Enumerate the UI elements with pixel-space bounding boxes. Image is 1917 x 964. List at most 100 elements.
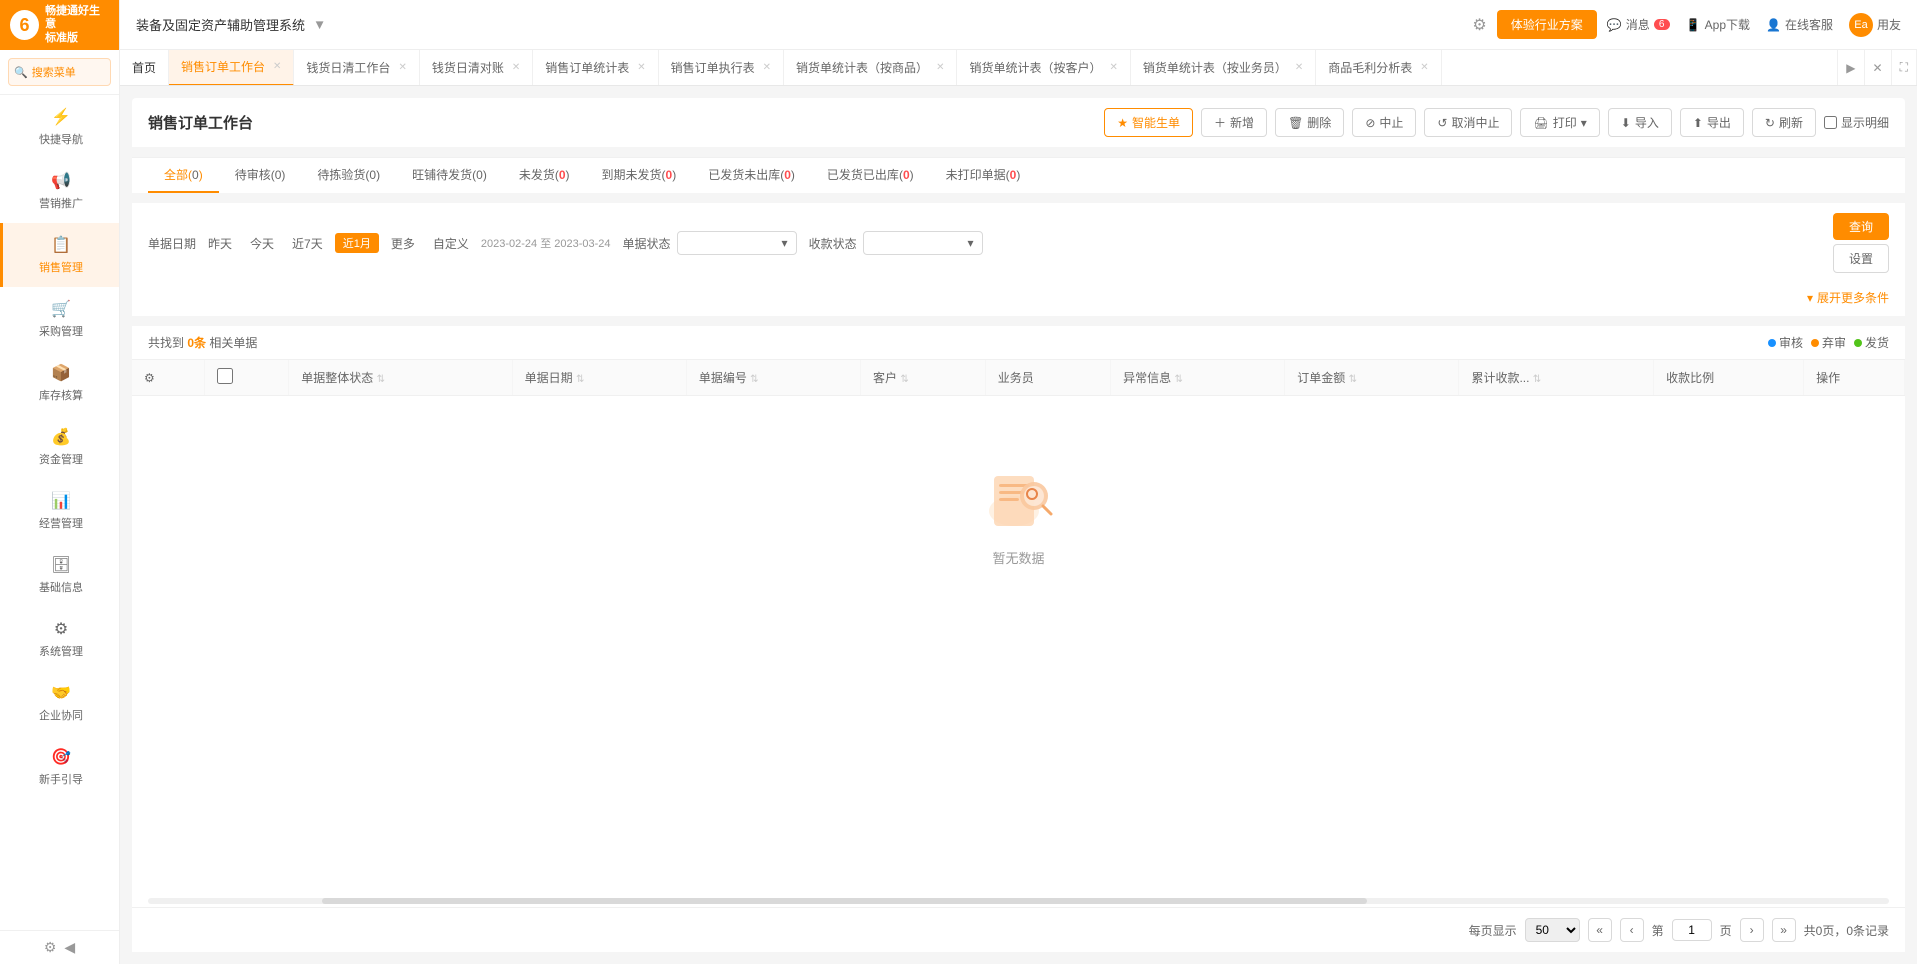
- import-button[interactable]: ⬇ 导入: [1608, 108, 1672, 137]
- tab-sales-workbench[interactable]: 销售订单工作台 ✕: [169, 50, 294, 86]
- sub-tab-shipped-not-warehoused[interactable]: 已发货未出库(0): [692, 158, 811, 193]
- status-column-header[interactable]: 单据整体状态 ⇅: [289, 360, 512, 396]
- status-select[interactable]: ▾: [677, 231, 797, 255]
- query-button[interactable]: 查询: [1833, 213, 1889, 240]
- date-more-btn[interactable]: 更多: [385, 233, 421, 254]
- tab-close-summary-staff[interactable]: ✕: [1295, 62, 1303, 73]
- table-scrollbar[interactable]: [132, 895, 1905, 907]
- settings-column-header[interactable]: ⚙: [132, 360, 204, 396]
- prev-page-button[interactable]: ‹: [1620, 918, 1644, 942]
- sidebar-item-quick-nav[interactable]: ⚡ 快捷导航: [0, 95, 119, 159]
- tab-close-cash-daily[interactable]: ✕: [398, 62, 406, 73]
- tab-cash-reconcile[interactable]: 钱货日清对账 ✕: [420, 50, 533, 86]
- ship-dot-icon: [1854, 339, 1862, 347]
- collapse-icon[interactable]: ◀: [64, 939, 75, 956]
- sub-tab-all[interactable]: 全部(0): [148, 158, 219, 193]
- total-records-text: 共0页，0条记录: [1804, 922, 1889, 939]
- tab-close-sales-workbench[interactable]: ✕: [273, 61, 281, 72]
- sidebar-item-inventory[interactable]: 📦 库存核算: [0, 351, 119, 415]
- settings-bottom-icon[interactable]: ⚙: [44, 939, 57, 956]
- sidebar-item-purchase[interactable]: 🛒 采购管理: [0, 287, 119, 351]
- tab-cash-daily[interactable]: 钱货日清工作台 ✕: [294, 50, 419, 86]
- sidebar-item-operations[interactable]: 📊 经营管理: [0, 479, 119, 543]
- tab-scroll-right-button[interactable]: ▶: [1838, 50, 1864, 86]
- sidebar-item-sales[interactable]: 📋 销售管理: [0, 223, 119, 287]
- system-dropdown-button[interactable]: ▼: [313, 17, 326, 32]
- amount-column-header[interactable]: 订单金额 ⇅: [1285, 360, 1459, 396]
- sidebar-item-system[interactable]: ⚙ 系统管理: [0, 607, 119, 671]
- last-page-button[interactable]: »: [1772, 918, 1796, 942]
- number-column-header[interactable]: 单据编号 ⇅: [686, 360, 860, 396]
- tab-sales-exec[interactable]: 销售订单执行表 ✕: [659, 50, 784, 86]
- pause-button[interactable]: ⊘ 中止: [1352, 108, 1416, 137]
- staff-column-header[interactable]: 业务员: [985, 360, 1110, 396]
- tab-close-sales-stat[interactable]: ✕: [637, 62, 645, 73]
- refresh-button[interactable]: ↻ 刷新: [1752, 108, 1816, 137]
- select-all-checkbox[interactable]: [217, 368, 233, 384]
- tab-close-sales-exec[interactable]: ✕: [763, 62, 771, 73]
- exception-column-header[interactable]: 异常信息 ⇅: [1111, 360, 1285, 396]
- tab-close-product-margin[interactable]: ✕: [1420, 62, 1428, 73]
- sub-tab-not-printed[interactable]: 未打印单据(0): [930, 158, 1037, 193]
- add-button[interactable]: ＋ 新增: [1201, 108, 1267, 137]
- sub-tab-overdue-not-shipped[interactable]: 到期未发货(0): [586, 158, 693, 193]
- sub-tab-wangpu[interactable]: 旺铺待发货(0): [396, 158, 503, 193]
- cancel-pause-icon: ↺: [1437, 116, 1447, 130]
- sub-tab-pending-review[interactable]: 待审核(0): [219, 158, 302, 193]
- user-menu-button[interactable]: Ea 用友: [1849, 13, 1901, 37]
- tab-sales-stat[interactable]: 销售订单统计表 ✕: [533, 50, 658, 86]
- sidebar-item-finance[interactable]: 💰 资金管理: [0, 415, 119, 479]
- next-page-button[interactable]: ›: [1740, 918, 1764, 942]
- cancel-review-action-button[interactable]: 弃审: [1811, 334, 1846, 351]
- page-number-input[interactable]: [1672, 919, 1712, 941]
- customer-column-header[interactable]: 客户 ⇅: [860, 360, 985, 396]
- tab-maximize-button[interactable]: ⛶: [1892, 50, 1917, 86]
- solution-button[interactable]: 体验行业方案: [1497, 10, 1597, 39]
- date-today-btn[interactable]: 今天: [244, 233, 280, 254]
- scrollbar-thumb[interactable]: [322, 898, 1367, 904]
- sub-tab-pending-inspect[interactable]: 待拣验货(0): [301, 158, 396, 193]
- print-button[interactable]: 🖨 打印 ▾: [1520, 108, 1599, 137]
- expand-more-button[interactable]: ▾ 展开更多条件: [1807, 289, 1889, 306]
- message-button[interactable]: 💬 消息 6: [1607, 16, 1670, 33]
- cancel-pause-button[interactable]: ↺ 取消中止: [1424, 108, 1512, 137]
- export-button[interactable]: ⬆ 导出: [1680, 108, 1744, 137]
- sub-tab-shipped-warehoused[interactable]: 已发货已出库(0): [811, 158, 930, 193]
- tab-close-cash-reconcile[interactable]: ✕: [512, 62, 520, 73]
- date-1month-btn[interactable]: 近1月: [335, 233, 379, 253]
- table-scroll-container[interactable]: ⚙ 单据整体状态 ⇅ 单据日期: [132, 360, 1905, 895]
- tab-close-all-button[interactable]: ✕: [1865, 50, 1892, 86]
- payment-select[interactable]: ▾: [863, 231, 983, 255]
- delete-button[interactable]: 🗑 删除: [1275, 108, 1344, 137]
- smart-order-button[interactable]: ★ 智能生单: [1104, 108, 1193, 137]
- app-download-button[interactable]: 📱 App下载: [1686, 16, 1750, 33]
- tab-sales-summary-product[interactable]: 销货单统计表（按商品） ✕: [784, 50, 957, 86]
- show-detail-label[interactable]: 显示明细: [1824, 114, 1889, 131]
- tab-close-summary-customer[interactable]: ✕: [1109, 62, 1117, 73]
- online-service-button[interactable]: 👤 在线客服: [1766, 16, 1833, 33]
- tab-product-margin[interactable]: 商品毛利分析表 ✕: [1316, 50, 1441, 86]
- first-page-button[interactable]: «: [1588, 918, 1612, 942]
- setting-button[interactable]: 设置: [1833, 244, 1889, 273]
- tab-close-summary-product[interactable]: ✕: [936, 62, 944, 73]
- collected-column-header[interactable]: 累计收款... ⇅: [1459, 360, 1654, 396]
- topbar-settings-icon[interactable]: ⚙: [1472, 15, 1486, 35]
- review-action-button[interactable]: 审核: [1768, 334, 1803, 351]
- per-page-select[interactable]: 50 100 200: [1525, 918, 1580, 942]
- date-yesterday-btn[interactable]: 昨天: [202, 233, 238, 254]
- tab-home[interactable]: 首页: [120, 50, 169, 86]
- search-menu-button[interactable]: 🔍 搜索菜单: [8, 58, 111, 86]
- ship-action-button[interactable]: 发货: [1854, 334, 1889, 351]
- date-7days-btn[interactable]: 近7天: [286, 233, 329, 254]
- sidebar-item-base-info[interactable]: 🗄 基础信息: [0, 543, 119, 607]
- sidebar-item-guide[interactable]: 🎯 新手引导: [0, 735, 119, 799]
- checkbox-column-header[interactable]: [204, 360, 288, 396]
- show-detail-checkbox[interactable]: [1824, 116, 1837, 129]
- date-custom-btn[interactable]: 自定义: [427, 233, 475, 254]
- sub-tab-not-shipped[interactable]: 未发货(0): [503, 158, 586, 193]
- sidebar-item-marketing[interactable]: 📢 营销推广: [0, 159, 119, 223]
- date-column-header[interactable]: 单据日期 ⇅: [512, 360, 686, 396]
- sidebar-item-cooperation[interactable]: 🤝 企业协同: [0, 671, 119, 735]
- tab-sales-summary-customer[interactable]: 销货单统计表（按客户） ✕: [957, 50, 1130, 86]
- tab-sales-summary-staff[interactable]: 销货单统计表（按业务员） ✕: [1131, 50, 1316, 86]
